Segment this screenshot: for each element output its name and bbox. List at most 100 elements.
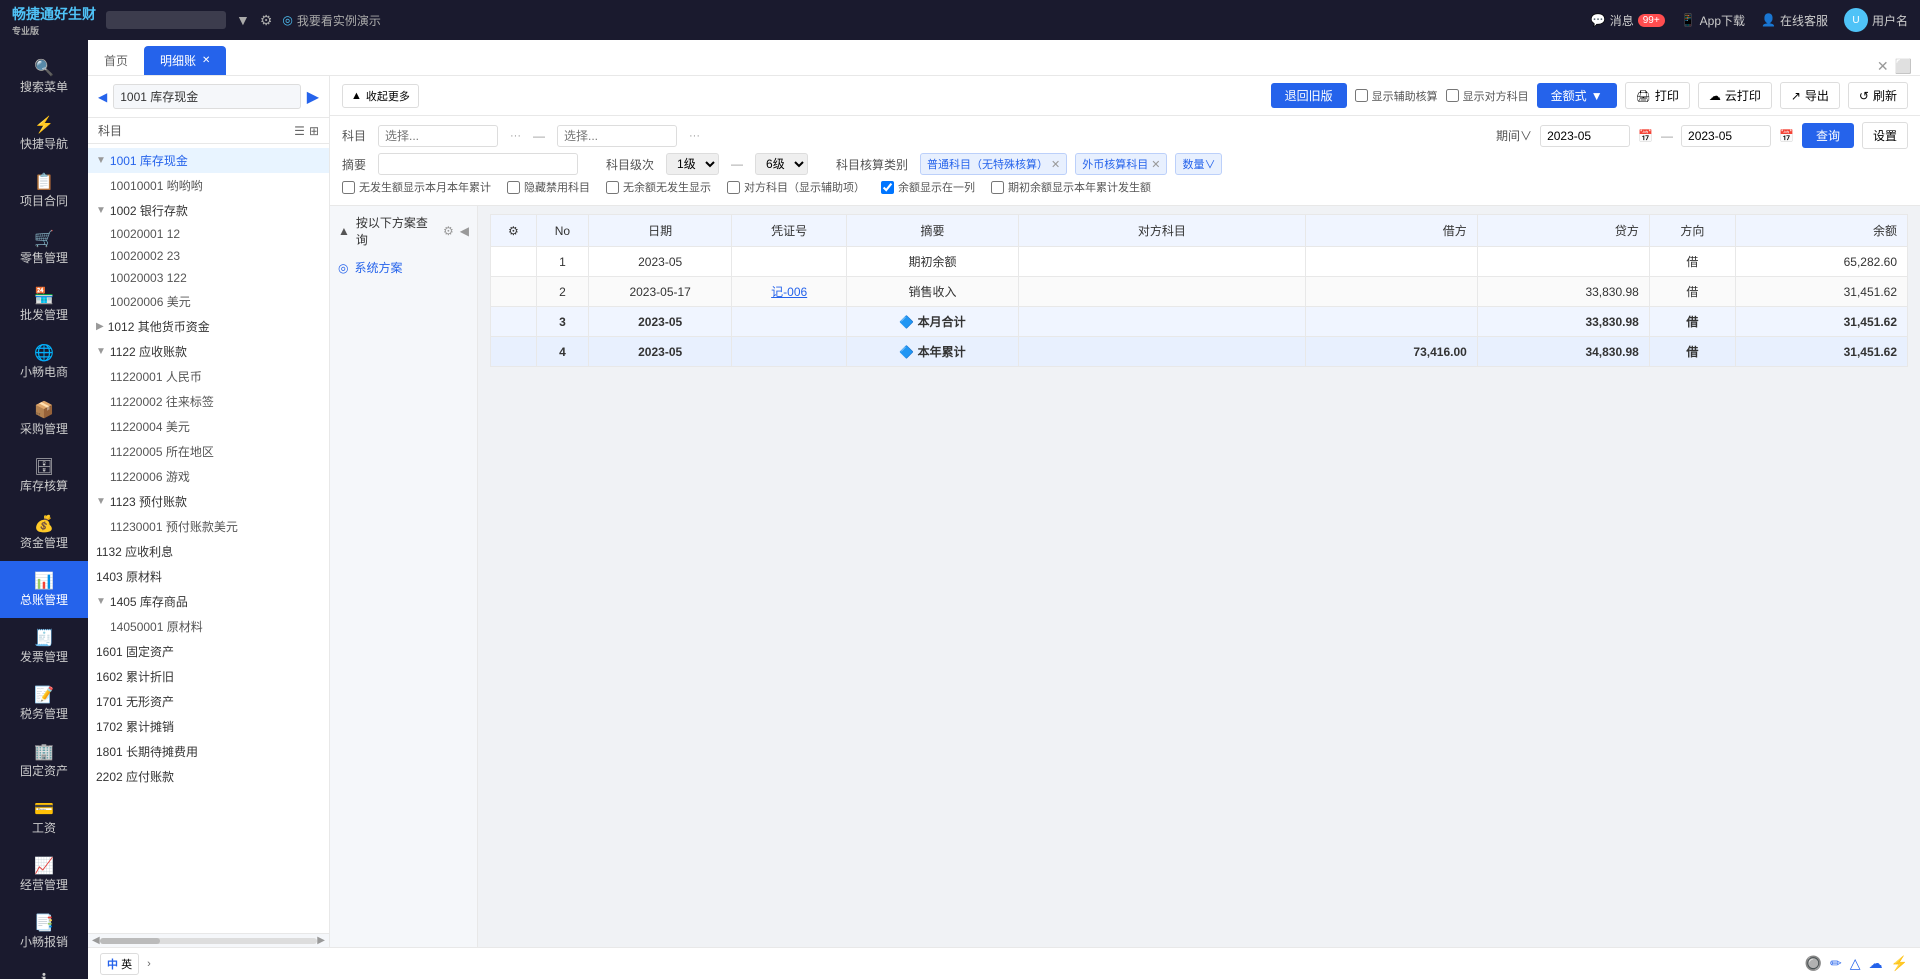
- window-maximize-icon[interactable]: ⬜: [1895, 58, 1912, 75]
- sidebar-item-operations[interactable]: 📈 经营管理: [0, 846, 88, 903]
- app-download-btn[interactable]: 📱 App下载: [1681, 12, 1745, 29]
- level-start-select[interactable]: 1级2级3级: [666, 153, 719, 175]
- level-end-select[interactable]: 6级5级4级: [755, 153, 808, 175]
- tree-item-10020002[interactable]: 10020002 23: [88, 245, 329, 267]
- tree-item-11220002[interactable]: 11220002 往来标签: [88, 389, 329, 414]
- tree-scroll-right[interactable]: ▶: [317, 935, 325, 946]
- period-calendar-icon1[interactable]: 📅: [1638, 129, 1653, 143]
- topbar-settings-icon[interactable]: ⚙: [260, 12, 273, 29]
- tree-nav-icon[interactable]: ▶: [307, 87, 319, 107]
- tree-expand-icon[interactable]: ⊞: [309, 124, 319, 138]
- cb-hide-disabled[interactable]: 隐藏禁用科目: [507, 179, 590, 195]
- expand-btn[interactable]: ▲ 收起更多: [342, 84, 419, 108]
- sidebar-item-tax[interactable]: 📝 税务管理: [0, 675, 88, 732]
- tree-item-10020001[interactable]: 10020001 12: [88, 223, 329, 245]
- tree-item-10020006[interactable]: 10020006 美元: [88, 289, 329, 314]
- demo-link[interactable]: ◎ 我要看实例演示: [282, 12, 381, 29]
- sidebar-item-wholesale[interactable]: 🏪 批发管理: [0, 276, 88, 333]
- sidebar-item-retail[interactable]: 🛒 零售管理: [0, 219, 88, 276]
- search-close-icon[interactable]: ◀: [460, 224, 469, 238]
- sidebar-item-payroll[interactable]: 💳 工资: [0, 789, 88, 846]
- sidebar-item-ecommerce[interactable]: 🌐 小畅电商: [0, 333, 88, 390]
- bottom-icon-1[interactable]: 🔘: [1805, 955, 1822, 972]
- topbar-dropdown-icon[interactable]: ▼: [236, 12, 250, 28]
- tree-item-1701[interactable]: 1701 无形资产: [88, 689, 329, 714]
- window-close-icon[interactable]: ✕: [1877, 58, 1889, 75]
- sidebar-item-purchase[interactable]: 📦 采购管理: [0, 390, 88, 447]
- period-start-input[interactable]: [1540, 125, 1630, 147]
- cb-no-balance[interactable]: 无发生额显示本月本年累计: [342, 179, 491, 195]
- sidebar-item-search[interactable]: 🔍 搜索菜单: [0, 48, 88, 105]
- tree-item-2202[interactable]: 2202 应付账款: [88, 764, 329, 789]
- search-settings-icon[interactable]: ⚙: [443, 224, 454, 238]
- sidebar-item-invoice[interactable]: 🧾 发票管理: [0, 618, 88, 675]
- sidebar-item-finance[interactable]: 💰 资金管理: [0, 504, 88, 561]
- sidebar-item-quick-nav[interactable]: ⚡ 快捷导航: [0, 105, 88, 162]
- row-voucher-2[interactable]: 记-006: [732, 277, 847, 307]
- subject-input[interactable]: [378, 125, 498, 147]
- cb-opposite[interactable]: 对方科目（显示辅助项）: [727, 179, 865, 195]
- tree-scroll-left[interactable]: ◀: [92, 935, 100, 946]
- sidebar-item-project[interactable]: 📋 项目合同: [0, 162, 88, 219]
- tree-item-1801[interactable]: 1801 长期待摊费用: [88, 739, 329, 764]
- tree-item-11220005[interactable]: 11220005 所在地区: [88, 439, 329, 464]
- subject-input-end[interactable]: [557, 125, 677, 147]
- tree-item-1132[interactable]: 1132 应收利息: [88, 539, 329, 564]
- message-btn[interactable]: 💬 消息 99+: [1591, 12, 1665, 29]
- back-old-version-btn[interactable]: 退回旧版: [1271, 83, 1347, 108]
- tree-item-11220006[interactable]: 11220006 游戏: [88, 464, 329, 489]
- search-collapse-icon[interactable]: ▲: [338, 224, 350, 238]
- sidebar-item-basic[interactable]: ℹ 基础信息: [0, 960, 88, 979]
- summary-input[interactable]: [378, 153, 578, 175]
- tree-item-14050001[interactable]: 14050001 原材料: [88, 614, 329, 639]
- online-service-btn[interactable]: 👤 在线客服: [1761, 12, 1828, 29]
- tree-item-1403[interactable]: 1403 原材料: [88, 564, 329, 589]
- print-btn[interactable]: 🖨 打印: [1625, 82, 1690, 109]
- tree-item-1601[interactable]: 1601 固定资产: [88, 639, 329, 664]
- tree-list-icon[interactable]: ☰: [294, 124, 305, 138]
- tree-item-1405[interactable]: ▼ 1405 库存商品: [88, 589, 329, 614]
- bottom-icon-3[interactable]: △: [1850, 955, 1861, 972]
- query-btn[interactable]: 查询: [1802, 123, 1854, 148]
- tab-detail[interactable]: 明细账 ✕: [144, 46, 226, 75]
- col-gear[interactable]: ⚙: [491, 215, 537, 247]
- period-end-input[interactable]: [1681, 125, 1771, 147]
- tree-item-1001[interactable]: ▼ 1001 库存现金: [88, 148, 329, 173]
- cb-no-balance2[interactable]: 无余额无发生显示: [606, 179, 711, 195]
- topbar-search-input[interactable]: [106, 11, 226, 29]
- settings-btn[interactable]: 设置: [1862, 122, 1908, 149]
- tab-close-icon[interactable]: ✕: [202, 55, 210, 66]
- cloud-print-btn[interactable]: ☁ 云打印: [1698, 82, 1772, 109]
- tab-home[interactable]: 首页: [88, 46, 144, 75]
- tree-item-10020003[interactable]: 10020003 122: [88, 267, 329, 289]
- cb-period-balance[interactable]: 期初余额显示本年累计发生额: [991, 179, 1151, 195]
- sidebar-item-inventory[interactable]: 🗄 库存核算: [0, 447, 88, 504]
- show-auxiliary-checkbox[interactable]: 显示辅助核算: [1355, 88, 1438, 104]
- tree-item-11220001[interactable]: 11220001 人民币: [88, 364, 329, 389]
- export-btn[interactable]: ↗ 导出: [1780, 82, 1840, 109]
- cb-balance-one-col[interactable]: 余额显示在一列: [881, 179, 975, 195]
- refresh-btn[interactable]: ↺ 刷新: [1848, 82, 1908, 109]
- sidebar-item-report[interactable]: 📑 小畅报销: [0, 903, 88, 960]
- lang-toggle-btn[interactable]: 中 英: [100, 953, 139, 975]
- search-option-system[interactable]: ◎ 系统方案: [338, 256, 469, 279]
- tag-foreign-close[interactable]: ✕: [1151, 158, 1160, 171]
- tree-item-11230001[interactable]: 11230001 预付账款美元: [88, 514, 329, 539]
- tree-item-1002[interactable]: ▼ 1002 银行存款: [88, 198, 329, 223]
- tree-item-11220004[interactable]: 11220004 美元: [88, 414, 329, 439]
- period-calendar-icon2[interactable]: 📅: [1779, 129, 1794, 143]
- tree-subject-select[interactable]: 1001 库存现金: [113, 84, 300, 109]
- tree-item-1123[interactable]: ▼ 1123 预付账款: [88, 489, 329, 514]
- user-avatar[interactable]: U 用户名: [1844, 8, 1908, 32]
- tree-item-10010001[interactable]: 10010001 哟哟哟: [88, 173, 329, 198]
- tag-quantity[interactable]: 数量∨: [1175, 153, 1222, 175]
- tag-normal-close[interactable]: ✕: [1051, 158, 1060, 171]
- bottom-icon-5[interactable]: ⚡: [1891, 955, 1908, 972]
- tree-item-1702[interactable]: 1702 累计摊销: [88, 714, 329, 739]
- show-opposite-checkbox[interactable]: 显示对方科目: [1446, 88, 1529, 104]
- period-label[interactable]: 期间∨: [1496, 127, 1532, 144]
- tree-scrollbar[interactable]: [100, 938, 318, 944]
- currency-mode-btn[interactable]: 金额式 ▼: [1537, 83, 1617, 108]
- tree-item-1602[interactable]: 1602 累计折旧: [88, 664, 329, 689]
- bottom-icon-4[interactable]: ☁: [1869, 955, 1883, 972]
